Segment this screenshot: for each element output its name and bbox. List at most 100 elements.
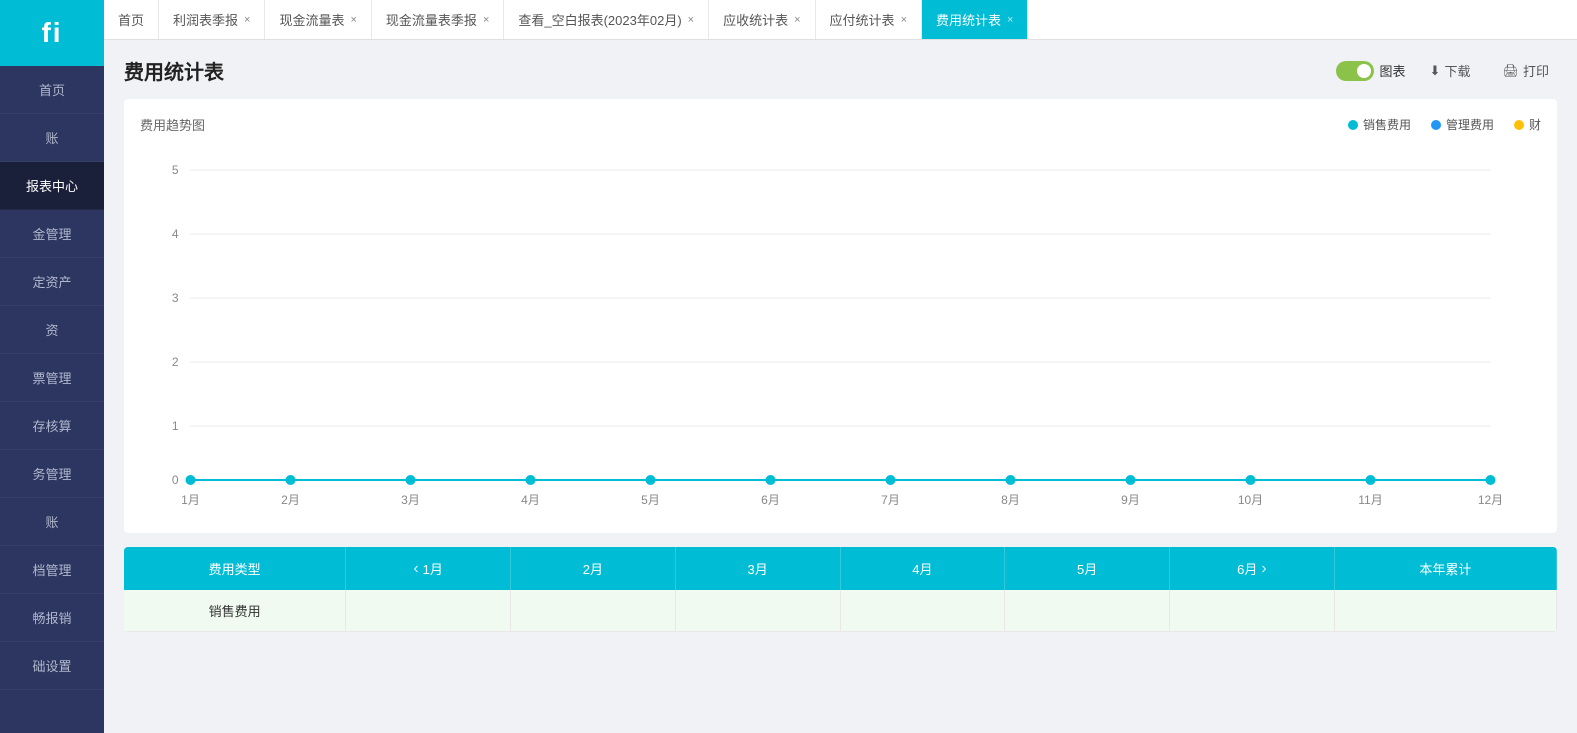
legend-dot-sales xyxy=(1348,120,1358,130)
sidebar-item-account[interactable]: 账 xyxy=(0,114,104,162)
page-title: 费用统计表 xyxy=(124,56,224,85)
table-header-row: 费用类型 ‹ 1月 2月 3月 4月 5月 xyxy=(124,547,1557,590)
th-m4: 4月 xyxy=(841,547,1006,590)
close-icon[interactable]: × xyxy=(350,14,356,26)
chart-legend: 销售费用 管理费用 财 xyxy=(1348,116,1541,133)
svg-text:6月: 6月 xyxy=(761,493,780,507)
toggle-label: 图表 xyxy=(1380,61,1406,80)
th-m2-label: 2月 xyxy=(583,559,603,578)
tab-home[interactable]: 首页 xyxy=(104,0,159,39)
header-actions: 图表 ⬇ 下载 🖨 打印 xyxy=(1336,57,1557,84)
chart-toggle-wrap: 图表 xyxy=(1336,61,1406,81)
page-content: 费用统计表 图表 ⬇ 下载 🖨 打印 费用趋势图 xyxy=(104,40,1577,733)
print-icon: 🖨 xyxy=(1502,63,1519,79)
th-m4-label: 4月 xyxy=(912,559,932,578)
th-ytd-label: 本年累计 xyxy=(1419,559,1471,578)
sidebar-item-sub-account[interactable]: 账 xyxy=(0,498,104,546)
tab-blank-report[interactable]: 查看_空白报表(2023年02月) × xyxy=(504,0,709,39)
sidebar-item-report-center[interactable]: 报表中心 xyxy=(0,162,104,210)
svg-text:12月: 12月 xyxy=(1478,493,1503,507)
tab-cashflow-quarterly[interactable]: 现金流量表季报 × xyxy=(372,0,504,39)
tab-profit-quarterly[interactable]: 利润表季报 × xyxy=(159,0,265,39)
sidebar-item-fixed-assets[interactable]: 定资产 xyxy=(0,258,104,306)
download-icon: ⬇ xyxy=(1430,63,1441,79)
th-type-label: 费用类型 xyxy=(209,559,261,578)
svg-text:4月: 4月 xyxy=(521,493,540,507)
td-m3 xyxy=(676,590,841,631)
legend-admin-expense: 管理费用 xyxy=(1431,116,1494,133)
td-m5 xyxy=(1005,590,1170,631)
sidebar-item-service-mgmt[interactable]: 务管理 xyxy=(0,450,104,498)
table-section: 费用类型 ‹ 1月 2月 3月 4月 5月 xyxy=(124,547,1557,632)
tab-cashflow-label: 现金流量表 xyxy=(279,10,344,29)
td-type: 销售费用 xyxy=(124,590,346,631)
data-point-1 xyxy=(186,475,196,485)
td-m6 xyxy=(1170,590,1335,631)
th-m5: 5月 xyxy=(1005,547,1170,590)
tab-receivable-label: 应收统计表 xyxy=(723,10,788,29)
chart-title: 费用趋势图 xyxy=(140,115,205,134)
tab-profit-label: 利润表季报 xyxy=(173,10,238,29)
svg-text:2月: 2月 xyxy=(281,493,300,507)
data-point-2 xyxy=(286,475,296,485)
tab-expense[interactable]: 费用统计表 × xyxy=(922,0,1028,39)
close-icon[interactable]: × xyxy=(794,14,800,26)
svg-text:10月: 10月 xyxy=(1238,493,1263,507)
data-point-4 xyxy=(526,475,536,485)
td-ytd xyxy=(1335,590,1557,631)
sidebar-item-capital[interactable]: 资 xyxy=(0,306,104,354)
svg-text:11月: 11月 xyxy=(1358,493,1382,507)
data-point-3 xyxy=(406,475,416,485)
data-point-10 xyxy=(1246,475,1256,485)
sidebar-logo: fi xyxy=(0,0,104,66)
data-point-7 xyxy=(886,475,896,485)
sidebar-item-invoice-mgmt[interactable]: 票管理 xyxy=(0,354,104,402)
tab-payable[interactable]: 应付统计表 × xyxy=(816,0,922,39)
close-icon[interactable]: × xyxy=(901,14,907,26)
close-icon[interactable]: × xyxy=(483,14,489,26)
th-m6: 6月 › xyxy=(1170,547,1335,590)
th-m1: ‹ 1月 xyxy=(346,547,511,590)
chart-svg-wrap: 5 4 3 2 1 0 xyxy=(140,144,1541,517)
svg-text:1月: 1月 xyxy=(181,493,200,507)
svg-text:3: 3 xyxy=(172,291,179,305)
svg-text:8月: 8月 xyxy=(1001,493,1020,507)
td-m2 xyxy=(511,590,676,631)
svg-text:0: 0 xyxy=(172,473,179,487)
close-icon[interactable]: × xyxy=(688,14,694,26)
nav-prev-icon[interactable]: ‹ xyxy=(413,560,418,578)
svg-text:4: 4 xyxy=(172,227,179,241)
sidebar-item-inventory[interactable]: 存核算 xyxy=(0,402,104,450)
close-icon[interactable]: × xyxy=(1007,14,1013,26)
svg-text:7月: 7月 xyxy=(881,493,900,507)
nav-next-icon[interactable]: › xyxy=(1261,560,1266,578)
chart-toggle[interactable] xyxy=(1336,61,1374,81)
legend-dot-admin xyxy=(1431,120,1441,130)
svg-text:2: 2 xyxy=(172,355,179,369)
tab-cashflow[interactable]: 现金流量表 × xyxy=(265,0,371,39)
page-header: 费用统计表 图表 ⬇ 下载 🖨 打印 xyxy=(124,56,1557,85)
sidebar-item-file-mgmt[interactable]: 档管理 xyxy=(0,546,104,594)
download-label: 下载 xyxy=(1444,61,1470,80)
tab-cashflow-quarterly-label: 现金流量表季报 xyxy=(386,10,477,29)
th-m3-label: 3月 xyxy=(748,559,768,578)
sidebar-item-home[interactable]: 首页 xyxy=(0,66,104,114)
close-icon[interactable]: × xyxy=(244,14,250,26)
tab-payable-label: 应付统计表 xyxy=(830,10,895,29)
table-row: 销售费用 xyxy=(124,590,1557,632)
sidebar-item-fund-mgmt[interactable]: 金管理 xyxy=(0,210,104,258)
data-point-6 xyxy=(766,475,776,485)
chart-section: 费用趋势图 销售费用 管理费用 财 xyxy=(124,99,1557,533)
download-button[interactable]: ⬇ 下载 xyxy=(1422,57,1479,84)
legend-label-finance: 财 xyxy=(1529,116,1541,133)
sidebar-item-smooth-sales[interactable]: 畅报销 xyxy=(0,594,104,642)
th-m2: 2月 xyxy=(511,547,676,590)
svg-text:9月: 9月 xyxy=(1121,493,1140,507)
tab-receivable[interactable]: 应收统计表 × xyxy=(709,0,815,39)
legend-label-sales: 销售费用 xyxy=(1363,116,1411,133)
print-button[interactable]: 🖨 打印 xyxy=(1494,57,1557,84)
tab-home-label: 首页 xyxy=(118,10,144,29)
sidebar-item-base-settings[interactable]: 础设置 xyxy=(0,642,104,690)
legend-finance-expense: 财 xyxy=(1514,116,1541,133)
legend-label-admin: 管理费用 xyxy=(1446,116,1494,133)
